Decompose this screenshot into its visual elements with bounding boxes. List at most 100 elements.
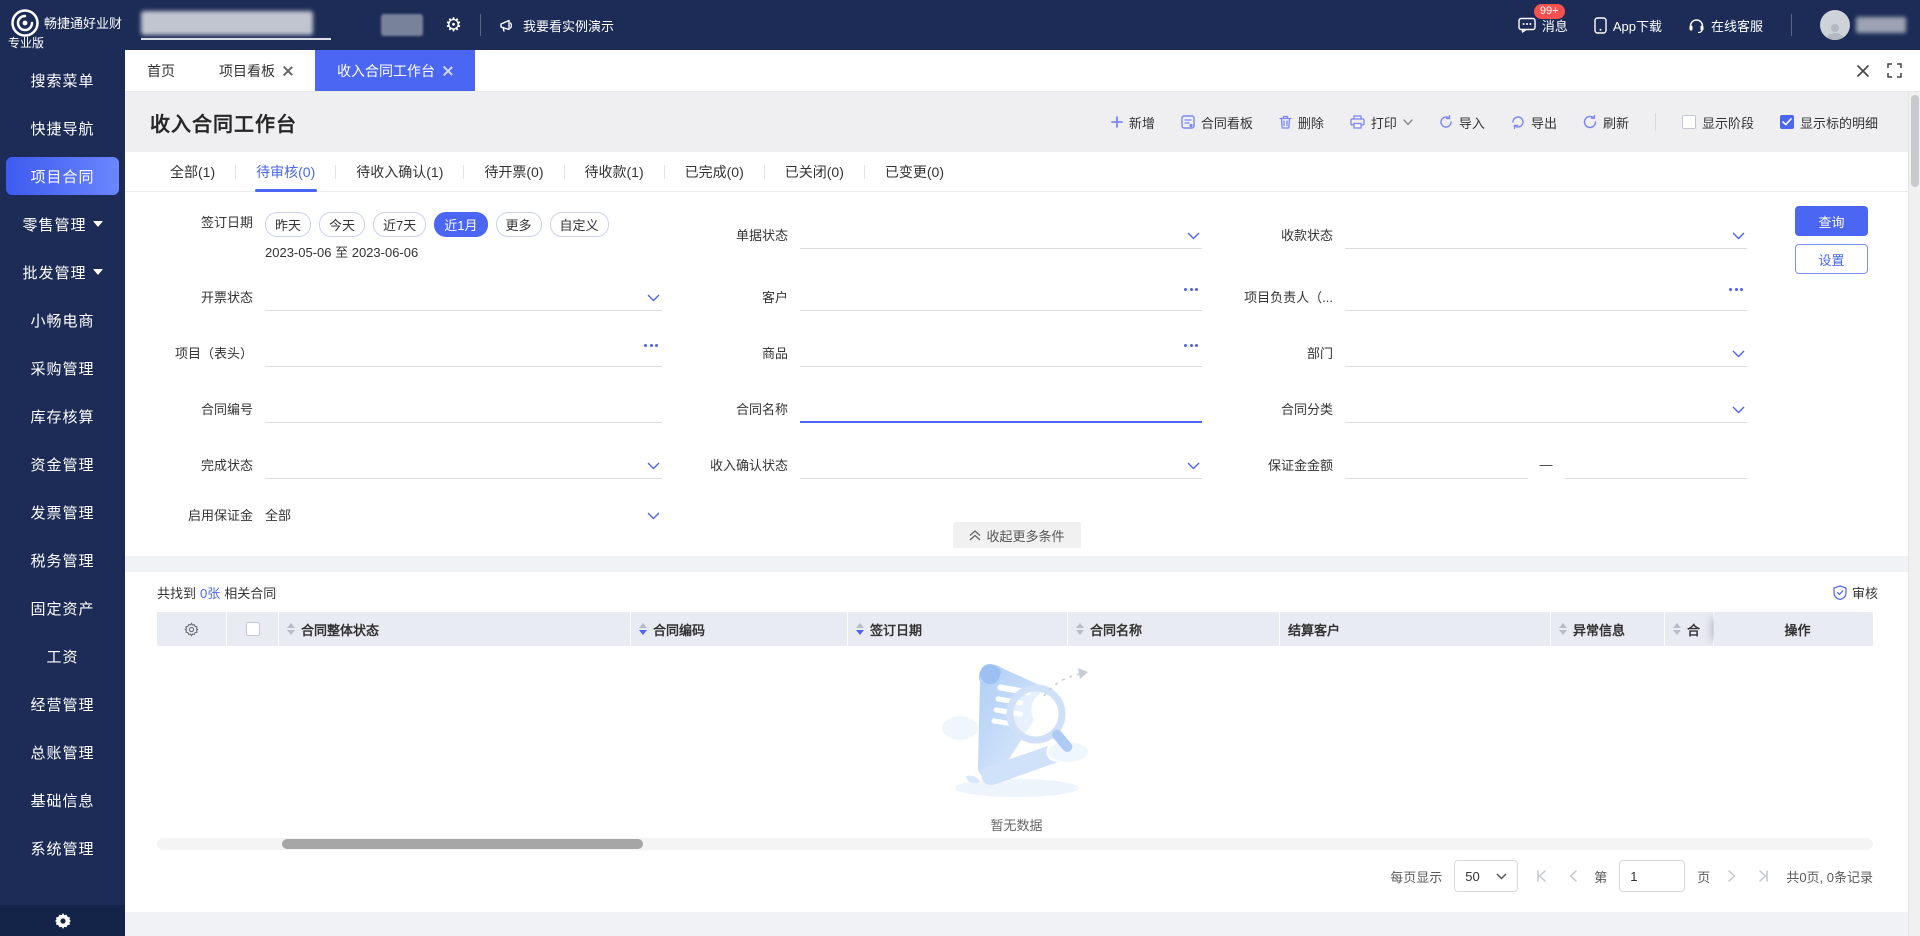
column-sign-date[interactable]: 签订日期 [848, 612, 1068, 646]
sort-icons[interactable] [639, 623, 647, 635]
sidebar-item-retail[interactable]: 零售管理 [0, 200, 125, 248]
vertical-scrollbar[interactable] [1908, 92, 1920, 936]
contract-name-input[interactable] [800, 393, 1202, 423]
user-account[interactable] [1820, 10, 1906, 40]
show-subject-detail-checkbox[interactable]: 显示标的明细 [1779, 113, 1878, 132]
department-select[interactable] [1345, 337, 1747, 367]
status-tab-all[interactable]: 全部(1) [150, 152, 235, 192]
doc-status-select[interactable] [800, 219, 1202, 249]
date-range-value[interactable]: 2023-05-06 至 2023-06-06 [265, 242, 609, 261]
audit-button[interactable]: 审核 [1833, 583, 1878, 602]
collapse-more-filters-button[interactable]: 收起更多条件 [952, 522, 1081, 548]
column-truncated[interactable]: 合 [1665, 612, 1714, 646]
page-size-select[interactable]: 50 [1454, 860, 1519, 892]
customer-picker[interactable] [800, 281, 1202, 311]
sidebar-item-search-menu[interactable]: 搜索菜单 [0, 56, 125, 104]
found-count-link[interactable]: 0张 [200, 583, 220, 602]
sidebar-item-purchase[interactable]: 采购管理 [0, 344, 125, 392]
select-all-checkbox[interactable] [227, 612, 279, 646]
close-icon[interactable] [443, 66, 453, 76]
sort-icons[interactable] [1559, 623, 1567, 635]
sort-icons[interactable] [1076, 623, 1084, 635]
deposit-max-input[interactable] [1564, 449, 1747, 479]
sidebar-item-inventory[interactable]: 库存核算 [0, 392, 125, 440]
collect-status-select[interactable] [1345, 219, 1747, 249]
checkbox-checked[interactable] [1779, 115, 1794, 129]
sort-icons[interactable] [1673, 623, 1681, 635]
contract-board-button[interactable]: 合同看板 [1181, 113, 1253, 132]
sidebar-item-ecommerce[interactable]: 小畅电商 [0, 296, 125, 344]
horizontal-scrollbar-thumb[interactable] [282, 839, 643, 849]
invoice-status-select[interactable] [265, 281, 662, 311]
sidebar-item-project-contract[interactable]: 项目合同 [6, 157, 119, 195]
page-number-input[interactable] [1619, 860, 1686, 892]
enable-deposit-select[interactable]: 全部 [265, 499, 662, 529]
deposit-min-input[interactable] [1345, 449, 1528, 479]
tab-income-contract-workbench[interactable]: 收入合同工作台 [315, 50, 475, 91]
goods-picker[interactable] [800, 337, 1202, 367]
column-abnormal-info[interactable]: 异常信息 [1551, 612, 1665, 646]
checkbox-unchecked[interactable] [245, 622, 260, 636]
next-page-button[interactable] [1722, 866, 1742, 886]
sidebar-item-funds[interactable]: 资金管理 [0, 440, 125, 488]
column-contract-code[interactable]: 合同编码 [631, 612, 848, 646]
add-button[interactable]: 新增 [1110, 113, 1155, 132]
status-tab-completed[interactable]: 已完成(0) [665, 152, 764, 192]
settings-gear-icon[interactable]: ⚙ [445, 14, 462, 37]
sidebar-item-tax[interactable]: 税务管理 [0, 536, 125, 584]
first-page-button[interactable] [1530, 866, 1550, 886]
sidebar-item-fixed-assets[interactable]: 固定资产 [0, 584, 125, 632]
sidebar-item-basic-info[interactable]: 基础信息 [0, 776, 125, 824]
import-button[interactable]: 导入 [1439, 113, 1485, 132]
online-service-button[interactable]: 在线客服 [1688, 16, 1763, 35]
show-stage-checkbox[interactable]: 显示阶段 [1681, 113, 1754, 132]
settings-button[interactable]: 设置 [1795, 244, 1868, 274]
chip-custom[interactable]: 自定义 [549, 212, 609, 237]
delete-button[interactable]: 删除 [1279, 113, 1324, 132]
close-icon[interactable] [1855, 63, 1871, 79]
sort-icons[interactable] [287, 623, 295, 635]
column-contract-overall-status[interactable]: 合同整体状态 [279, 612, 631, 646]
close-icon[interactable] [283, 66, 293, 76]
checkbox-unchecked[interactable] [1681, 115, 1696, 129]
demo-link[interactable]: 我要看实例演示 [499, 16, 614, 35]
app-download-button[interactable]: App下载 [1594, 16, 1662, 35]
finish-status-select[interactable] [265, 449, 662, 479]
status-tab-pending-collect[interactable]: 待收款(1) [565, 152, 664, 192]
contract-no-input[interactable] [265, 393, 662, 423]
last-page-button[interactable] [1754, 866, 1774, 886]
sidebar-item-quick-nav[interactable]: 快捷导航 [0, 104, 125, 152]
export-button[interactable]: 导出 [1511, 113, 1557, 132]
sidebar-item-invoice[interactable]: 发票管理 [0, 488, 125, 536]
project-picker[interactable] [265, 337, 662, 367]
status-tab-closed[interactable]: 已关闭(0) [765, 152, 864, 192]
chip-last-month[interactable]: 近1月 [434, 212, 488, 237]
sidebar-item-wholesale[interactable]: 批发管理 [0, 248, 125, 296]
print-button[interactable]: 打印 [1350, 113, 1413, 132]
project-manager-picker[interactable] [1345, 281, 1747, 311]
sort-icons[interactable] [856, 623, 864, 635]
horizontal-scrollbar[interactable] [157, 838, 1873, 850]
tab-project-board[interactable]: 项目看板 [197, 50, 315, 91]
tab-home[interactable]: 首页 [125, 50, 197, 91]
status-tab-changed[interactable]: 已变更(0) [865, 152, 964, 192]
chip-last7days[interactable]: 近7天 [373, 212, 427, 237]
sidebar-item-system[interactable]: 系统管理 [0, 824, 125, 872]
column-settings-button[interactable] [157, 612, 227, 646]
fullscreen-icon[interactable] [1887, 63, 1902, 78]
sidebar-item-general-ledger[interactable]: 总账管理 [0, 728, 125, 776]
gear-icon[interactable] [54, 912, 71, 929]
refresh-button[interactable]: 刷新 [1583, 113, 1629, 132]
status-tab-pending-income-confirm[interactable]: 待收入确认(1) [336, 152, 463, 192]
status-tab-pending-invoice[interactable]: 待开票(0) [464, 152, 563, 192]
income-confirm-status-select[interactable] [800, 449, 1202, 479]
chip-more[interactable]: 更多 [495, 212, 542, 237]
chip-yesterday[interactable]: 昨天 [265, 212, 312, 237]
prev-page-button[interactable] [1562, 866, 1582, 886]
messages-button[interactable]: 消息 99+ [1518, 3, 1568, 35]
column-settle-customer[interactable]: 结算客户 [1280, 612, 1551, 646]
status-tab-pending-audit[interactable]: 待审核(0) [236, 152, 335, 192]
vertical-scrollbar-thumb[interactable] [1911, 95, 1919, 187]
contract-category-select[interactable] [1345, 393, 1747, 423]
sidebar-item-operation[interactable]: 经营管理 [0, 680, 125, 728]
